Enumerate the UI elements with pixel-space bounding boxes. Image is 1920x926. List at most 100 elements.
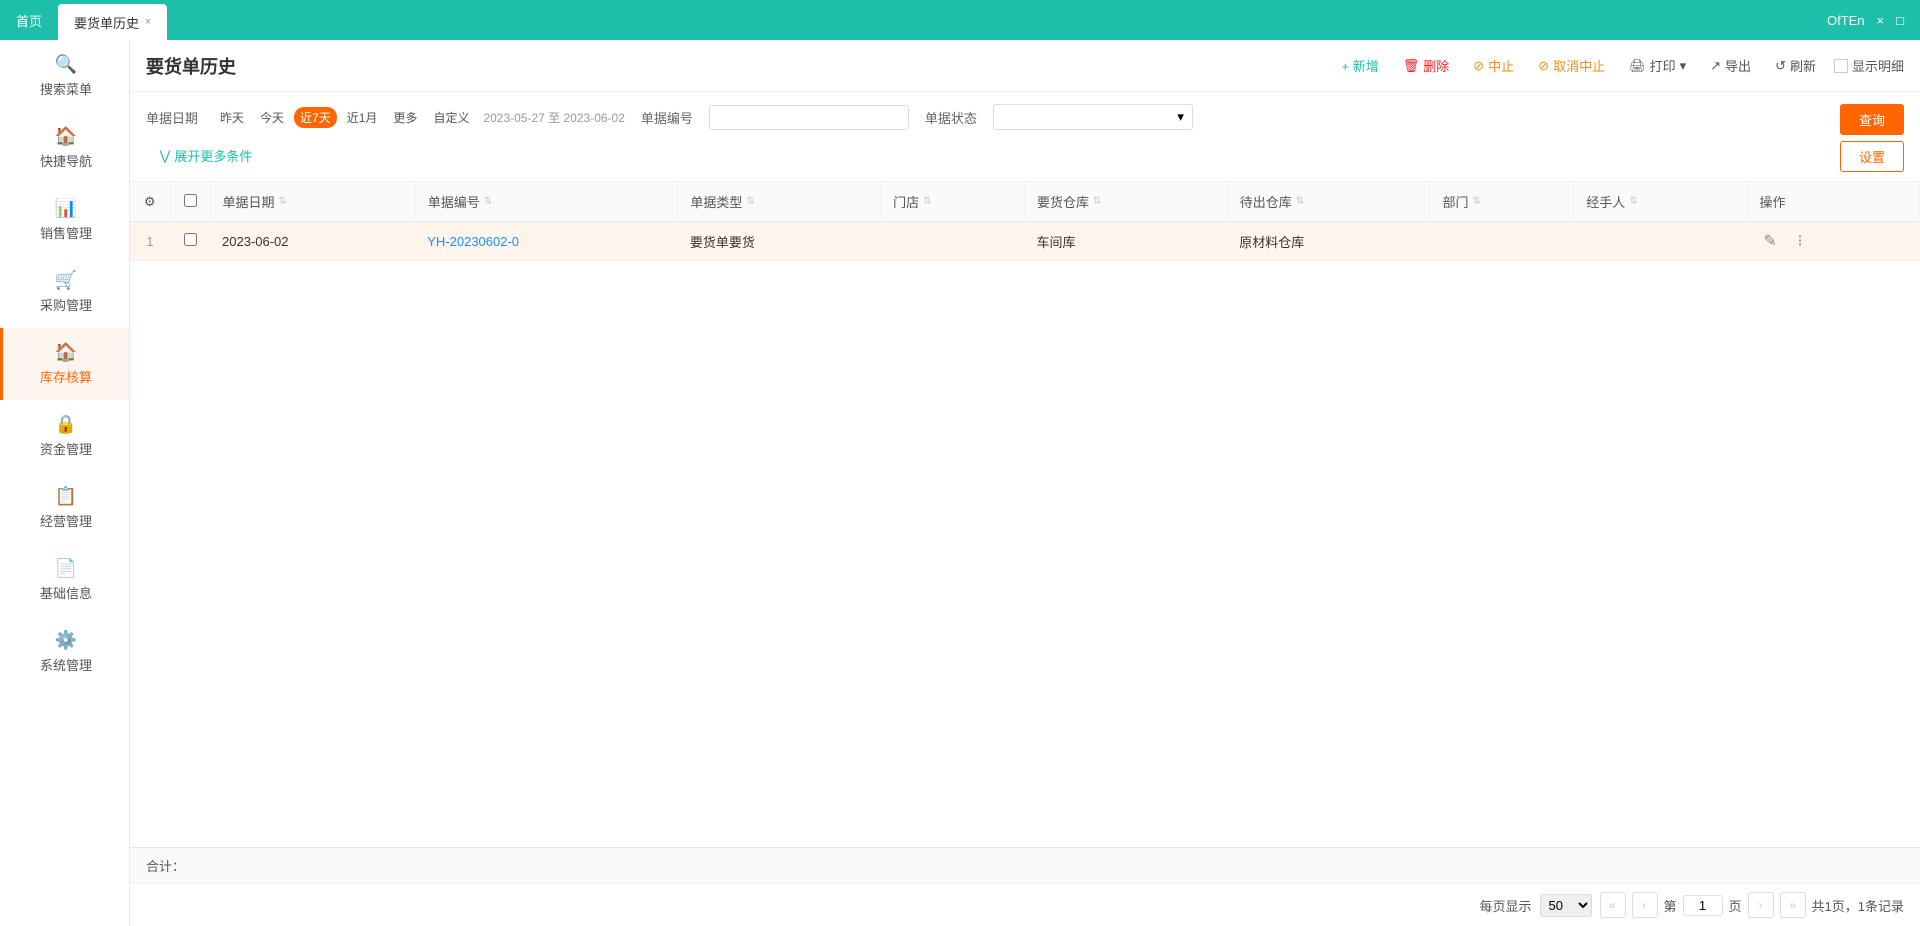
stop-icon: ⊘ — [1473, 58, 1484, 74]
row-store — [881, 222, 1025, 261]
date-btn-custom[interactable]: 自定义 — [427, 107, 475, 128]
row-select-checkbox[interactable] — [184, 233, 197, 246]
th-date[interactable]: 单据日期 ⇅ — [210, 182, 415, 222]
th-handler[interactable]: 经手人 ⇅ — [1574, 182, 1747, 222]
date-btn-more[interactable]: 更多 — [387, 107, 423, 128]
cancel-label: 取消中止 — [1553, 56, 1605, 75]
row-docno-link[interactable]: YH-20230602-0 — [427, 234, 519, 249]
delete-button[interactable]: 🗑 删除 — [1397, 52, 1456, 79]
sidebar-label-search: 搜索菜单 — [40, 79, 92, 98]
filter-settings-button[interactable]: 设置 — [1840, 141, 1904, 172]
th-doctype-label: 单据类型 — [690, 192, 742, 211]
th-doctype[interactable]: 单据类型 ⇅ — [678, 182, 881, 222]
page-content: 要货单历史 + 新增 🗑 删除 ⊘ 中止 ⊘ 取消中止 — [130, 40, 1920, 926]
export-label: 导出 — [1725, 56, 1751, 75]
page-header: 要货单历史 + 新增 🗑 删除 ⊘ 中止 ⊘ 取消中止 — [130, 40, 1920, 92]
content-area: 要货单历史 + 新增 🗑 删除 ⊘ 中止 ⊘ 取消中止 — [130, 40, 1920, 926]
page-jump-label: 第 — [1664, 896, 1677, 915]
row-date: 2023-06-02 — [210, 222, 415, 261]
th-action-label: 操作 — [1760, 195, 1786, 210]
refresh-label: 刷新 — [1790, 56, 1816, 75]
tab-history[interactable]: 要货单历史 × — [58, 4, 167, 40]
display-detail-label: 显示明细 — [1852, 56, 1904, 75]
display-detail-checkbox[interactable] — [1834, 59, 1848, 73]
th-require-warehouse[interactable]: 要货仓库 ⇅ — [1024, 182, 1227, 222]
page-last-btn[interactable]: » — [1780, 892, 1806, 918]
top-bar-right: OfTEn × □ — [1811, 13, 1920, 28]
filter-fields: 单据日期 昨天 今天 近7天 近1月 更多 自定义 2023-05-27 至 2… — [146, 104, 1832, 181]
page-next-btn[interactable]: › — [1748, 892, 1774, 918]
filter-row-expand: ⋁ 展开更多条件 — [146, 140, 1832, 171]
tab-close-icon[interactable]: × — [145, 16, 151, 28]
finance-icon: 🔒 — [55, 414, 77, 435]
row-pending-warehouse: 原材料仓库 — [1227, 222, 1430, 261]
often-label[interactable]: OfTEn — [1827, 13, 1865, 28]
th-store[interactable]: 门店 ⇅ — [881, 182, 1025, 222]
page-first-btn[interactable]: « — [1600, 892, 1626, 918]
select-all-checkbox[interactable] — [184, 194, 197, 207]
new-button[interactable]: + 新增 — [1335, 52, 1384, 79]
tab-home-label: 首页 — [16, 11, 42, 30]
edit-icon[interactable]: ✎ — [1759, 230, 1781, 252]
display-detail-button[interactable]: 显示明细 — [1834, 56, 1904, 75]
sidebar-item-search[interactable]: 🔍 搜索菜单 — [0, 40, 129, 112]
delete-row-icon[interactable]: ⁝ — [1789, 230, 1811, 252]
sidebar-item-purchase[interactable]: 🛒 采购管理 — [0, 256, 129, 328]
page-prev-btn[interactable]: ‹ — [1632, 892, 1658, 918]
date-btn-today[interactable]: 今天 — [254, 107, 290, 128]
export-icon: ↗ — [1710, 58, 1721, 74]
query-button[interactable]: 查询 — [1840, 104, 1904, 135]
export-button[interactable]: ↗ 导出 — [1704, 52, 1757, 79]
window-maximize-icon[interactable]: □ — [1896, 13, 1904, 28]
sidebar-item-finance[interactable]: 🔒 资金管理 — [0, 400, 129, 472]
th-date-label: 单据日期 — [223, 192, 275, 211]
stop-button[interactable]: ⊘ 中止 — [1467, 52, 1520, 79]
date-range: 2023-05-27 至 2023-06-02 — [483, 109, 624, 126]
th-action: 操作 — [1747, 182, 1919, 222]
print-button[interactable]: 🖨 打印 ▾ — [1623, 52, 1692, 79]
window-close-icon[interactable]: × — [1877, 13, 1885, 28]
sidebar-label-finance: 资金管理 — [40, 439, 92, 458]
sidebar: 🔍 搜索菜单 🏠 快捷导航 📊 销售管理 🛒 采购管理 🏠 库存核算 🔒 资金管… — [0, 40, 130, 926]
sidebar-label-purchase: 采购管理 — [40, 295, 92, 314]
pagination-nav: « ‹ 第 页 › » 共1页，1条记录 — [1600, 892, 1905, 918]
req-sort-icon: ⇅ — [1093, 196, 1101, 207]
system-icon: ⚙️ — [55, 630, 77, 651]
table-footer: 合计： — [130, 847, 1920, 883]
sidebar-item-operation[interactable]: 📋 经营管理 — [0, 472, 129, 544]
query-buttons: 查询 设置 — [1840, 104, 1904, 172]
search-icon: 🔍 — [55, 54, 77, 75]
th-settings[interactable]: ⚙ — [130, 182, 170, 222]
dept-sort-icon: ⇅ — [1472, 196, 1480, 207]
sidebar-item-nav[interactable]: 🏠 快捷导航 — [0, 112, 129, 184]
stop-label: 中止 — [1488, 56, 1514, 75]
docno-sort-icon: ⇅ — [484, 196, 492, 207]
refresh-button[interactable]: ↺ 刷新 — [1769, 52, 1822, 79]
sidebar-label-nav: 快捷导航 — [40, 151, 92, 170]
doc-no-input[interactable] — [709, 105, 909, 130]
th-dept[interactable]: 部门 ⇅ — [1430, 182, 1574, 222]
row-index: 1 — [130, 222, 170, 261]
date-btn-1month[interactable]: 近1月 — [341, 107, 384, 128]
row-department — [1430, 222, 1574, 261]
per-page-select[interactable]: 50 100 200 — [1540, 894, 1592, 917]
page-input[interactable] — [1683, 895, 1723, 916]
expand-more-button[interactable]: ⋁ 展开更多条件 — [146, 140, 266, 171]
sidebar-item-system[interactable]: ⚙️ 系统管理 — [0, 616, 129, 688]
filter-area: 单据日期 昨天 今天 近7天 近1月 更多 自定义 2023-05-27 至 2… — [130, 92, 1920, 182]
th-docno[interactable]: 单据编号 ⇅ — [415, 182, 678, 222]
status-select[interactable]: ▾ — [993, 104, 1193, 130]
cancel-stop-button[interactable]: ⊘ 取消中止 — [1532, 52, 1611, 79]
sidebar-item-basic[interactable]: 📄 基础信息 — [0, 544, 129, 616]
sidebar-item-inventory[interactable]: 🏠 库存核算 — [0, 328, 129, 400]
date-btn-7days[interactable]: 近7天 — [294, 107, 337, 128]
th-pending-warehouse[interactable]: 待出仓库 ⇅ — [1227, 182, 1430, 222]
tab-home[interactable]: 首页 — [0, 0, 58, 40]
sidebar-item-sales[interactable]: 📊 销售管理 — [0, 184, 129, 256]
delete-icon: 🗑 — [1403, 58, 1420, 74]
date-btn-yesterday[interactable]: 昨天 — [214, 107, 250, 128]
date-buttons: 昨天 今天 近7天 近1月 更多 自定义 2023-05-27 至 2023-0… — [214, 107, 625, 128]
table-row[interactable]: 1 2023-06-02 YH-20230602-0 要货单要货 车间库 — [130, 222, 1920, 261]
toolbar: + 新增 🗑 删除 ⊘ 中止 ⊘ 取消中止 🖨 — [1335, 52, 1904, 79]
date-sort-icon: ⇅ — [279, 196, 287, 207]
